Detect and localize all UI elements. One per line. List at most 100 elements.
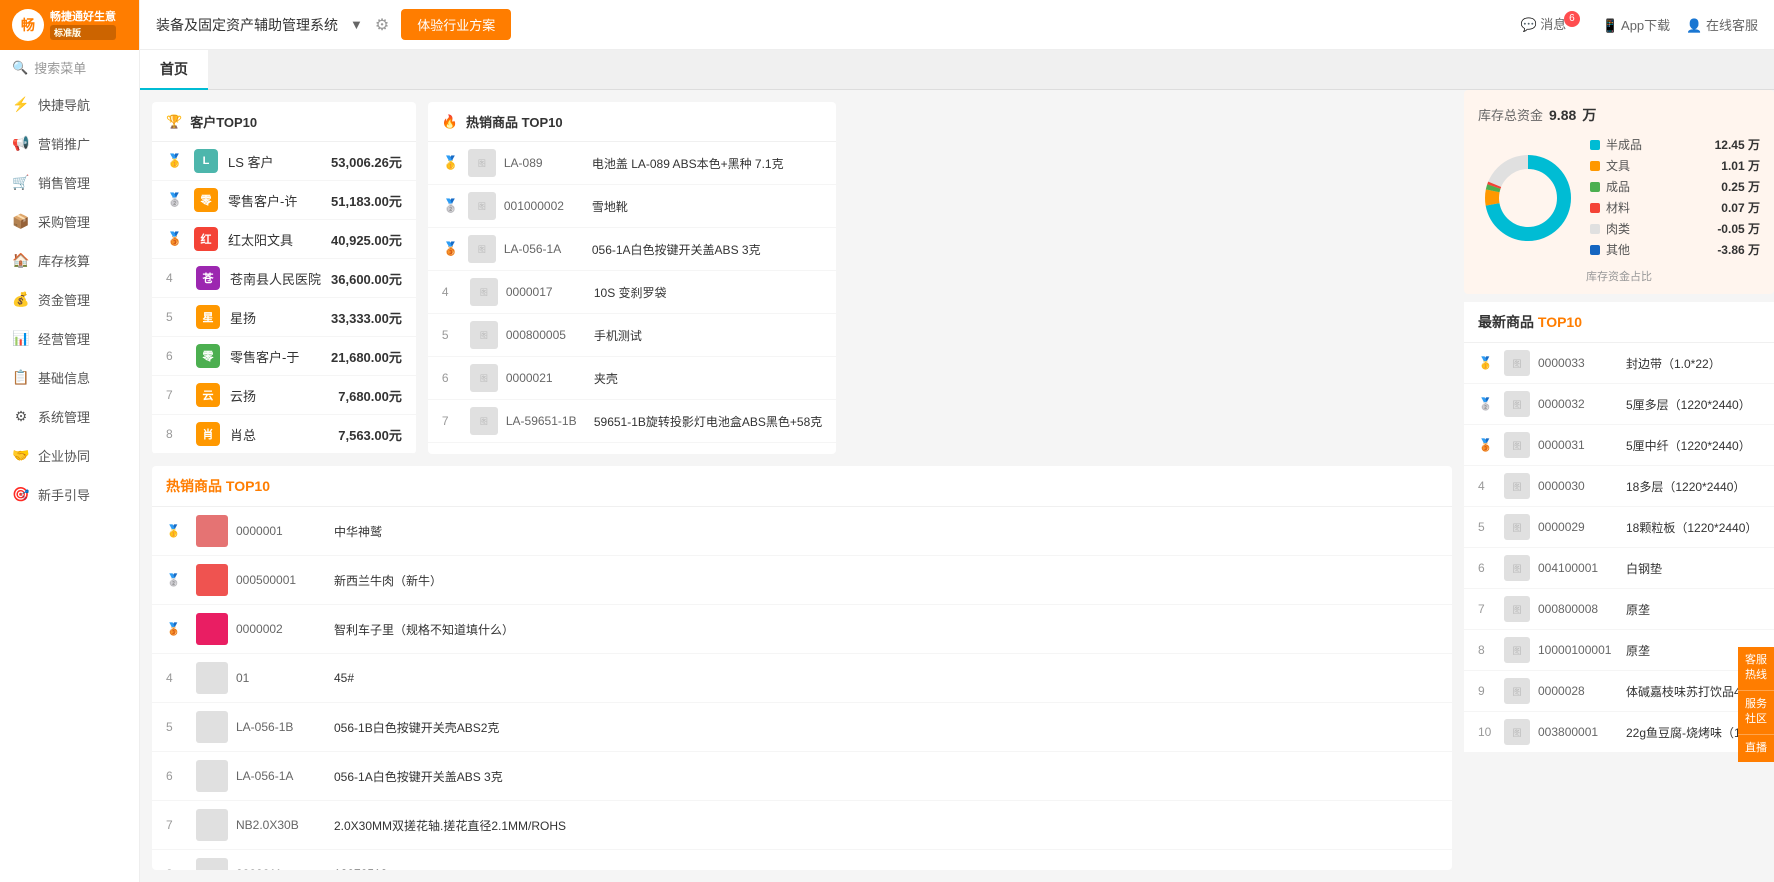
legend-value: 12.45 万 (1715, 136, 1760, 153)
hot-thumb (196, 809, 228, 841)
messages-badge: 6 (1564, 11, 1580, 27)
float-btn-service[interactable]: 客服热线 (1738, 647, 1774, 691)
sidebar-item-basic[interactable]: 📋 基础信息 (0, 358, 139, 397)
sidebar-item-quick-nav[interactable]: ⚡快捷导航 (0, 85, 139, 124)
product-code: LA-056-1A (504, 242, 584, 256)
new-product-item: 🥉 图 0000031 5厘中纤（1220*2440） (1464, 425, 1774, 466)
hot-code: 0000011 (236, 867, 326, 870)
main-area: 装备及固定资产辅助管理系统 ▼ ⚙ 体验行业方案 💬 消息 6 📱 App下载 … (140, 0, 1774, 882)
new-product-code: 0000029 (1538, 520, 1618, 534)
new-product-thumb: 图 (1504, 637, 1530, 663)
logo-badge: 标准版 (50, 25, 116, 40)
legend-dot (1590, 140, 1600, 150)
hot-name: 2.0X30MM双搓花轴.搓花直径2.1MM/ROHS (334, 817, 1438, 834)
customer-name: 红太阳文具 (228, 230, 321, 249)
chevron-down-icon: ▼ (350, 17, 363, 32)
float-btn-live[interactable]: 直播 (1738, 735, 1774, 762)
hot-products-panel: 热销商品 TOP10 🥇 0000001 中华神鹫 🥈 000500001 新西… (152, 466, 1452, 870)
new-product-code: 0000031 (1538, 438, 1618, 452)
customer-name: 零售客户-于 (230, 347, 321, 366)
product-list-item: 🥉 图 LA-056-1A 056-1A白色按键开关盖ABS 3克 (428, 228, 836, 271)
new-product-thumb: 图 (1504, 719, 1530, 745)
messages-item[interactable]: 💬 消息 6 (1520, 14, 1585, 35)
legend-label: 文具 (1606, 157, 1715, 174)
float-btn-community[interactable]: 服务社区 (1738, 691, 1774, 735)
customer-list-item: 8 肖 肖总 7,563.00元 (152, 415, 416, 454)
product-thumb: 图 (470, 364, 498, 392)
settings-icon[interactable]: ⚙ (375, 15, 389, 35)
legend-value: 0.25 万 (1721, 178, 1760, 195)
inventory-icon: 🏠 (12, 252, 30, 269)
product-thumb: 图 (468, 149, 496, 177)
legend-item: 肉类 -0.05 万 (1590, 220, 1760, 237)
product-name: 夹壳 (594, 370, 822, 387)
purchase-label: 采购管理 (38, 212, 90, 231)
rank-num: 8 (166, 867, 188, 870)
sidebar-item-guide[interactable]: 🎯新手引导 (0, 475, 139, 514)
hot-name: 45# (334, 671, 1438, 685)
new-product-code: 000800008 (1538, 602, 1618, 616)
hot-list-item: 🥈 000500001 新西兰牛肉（新牛） (152, 556, 1452, 605)
donut-svg (1478, 148, 1578, 248)
sidebar-item-sales[interactable]: 🛒销售管理 (0, 163, 139, 202)
new-products-header: 最新商品 TOP10 (1464, 302, 1774, 343)
new-product-item: 9 图 0000028 体碱嘉枝味苏打饮品400毫升（1*15） (1464, 671, 1774, 712)
medal-bronze: 🥉 (1478, 438, 1496, 452)
search-label: 搜索菜单 (34, 58, 86, 77)
hot-list-item: 4 01 45# (152, 654, 1452, 703)
medal-silver: 🥈 (166, 573, 188, 587)
hot-products-right-panel: 🔥 热销商品 TOP10 🥇 图 LA-089 电池盖 LA-089 ABS本色… (428, 102, 836, 454)
legend-value: -0.05 万 (1717, 220, 1760, 237)
search-menu[interactable]: 🔍 搜索菜单 (0, 50, 139, 85)
sidebar-item-finance[interactable]: 💰资金管理 (0, 280, 139, 319)
basic-label: 基础信息 (38, 368, 90, 387)
rank-num: 10 (1478, 725, 1496, 739)
rank-num: 6 (1478, 561, 1496, 575)
hot-code: 000500001 (236, 573, 326, 587)
tab-home[interactable]: 首页 (140, 50, 208, 90)
hot-list-item: 5 LA-056-1B 056-1B白色按键开关壳ABS2克 (152, 703, 1452, 752)
inventory-total-val: 9.88 万 (1549, 100, 1596, 126)
hot-code: 01 (236, 671, 326, 685)
system-dropdown[interactable]: ▼ (350, 17, 363, 32)
inventory-unit: 万 (1582, 107, 1596, 123)
hot-products-header: 热销商品 TOP10 (152, 466, 1452, 507)
new-product-name: 5厘多层（1220*2440） (1626, 396, 1760, 413)
cooperation-label: 企业协同 (38, 446, 90, 465)
hot-name: 中华神鹫 (334, 523, 1438, 540)
marketing-icon: 📢 (12, 135, 30, 152)
customer-name: 苍南县人民医院 (230, 269, 321, 288)
product-code: LA-089 (504, 156, 584, 170)
basic-icon: 📋 (12, 369, 30, 386)
trial-btn[interactable]: 体验行业方案 (401, 9, 511, 40)
new-product-item: 🥇 图 0000033 封边带（1.0*22） (1464, 343, 1774, 384)
customer-name: 零售客户-许 (228, 191, 321, 210)
customer-avatar: 零 (194, 188, 218, 212)
app-download[interactable]: 📱 App下载 (1602, 15, 1670, 34)
online-service[interactable]: 👤 在线客服 (1686, 15, 1758, 34)
sidebar-logo: 畅 畅捷通好生意 标准版 (0, 0, 139, 50)
legend-label: 成品 (1606, 178, 1715, 195)
rank-num: 9 (1478, 684, 1496, 698)
rank-num: 7 (1478, 602, 1496, 616)
sidebar-item-cooperation[interactable]: 🤝企业协同 (0, 436, 139, 475)
customer-list-item: 🥉 红 红太阳文具 40,925.00元 (152, 220, 416, 259)
sidebar-item-marketing[interactable]: 📢营销推广 (0, 124, 139, 163)
sidebar-item-operation[interactable]: 📊经营管理 (0, 319, 139, 358)
rank-num: 4 (166, 271, 186, 285)
content: 🏆 客户TOP10 🥇 L LS 客户 53,006.26元 🥈 零 零售客户-… (140, 90, 1774, 882)
sidebar-item-inventory[interactable]: 🏠库存核算 (0, 241, 139, 280)
customer-amount: 7,563.00元 (338, 425, 402, 444)
product-thumb: 图 (470, 321, 498, 349)
sidebar-item-purchase[interactable]: 📦 采购管理 (0, 202, 139, 241)
sidebar-item-system[interactable]: ⚙系统管理 (0, 397, 139, 436)
new-product-thumb: 图 (1504, 514, 1530, 540)
purchase-icon: 📦 (12, 213, 30, 230)
new-product-code: 0000032 (1538, 397, 1618, 411)
medal-silver: 🥈 (1478, 397, 1496, 411)
customer-avatar: L (194, 149, 218, 173)
hot-thumb (196, 858, 228, 870)
hot-list: 🥇 0000001 中华神鹫 🥈 000500001 新西兰牛肉（新牛） 🥉 0… (152, 507, 1452, 870)
new-product-thumb: 图 (1504, 391, 1530, 417)
medal-bronze: 🥉 (166, 231, 184, 247)
